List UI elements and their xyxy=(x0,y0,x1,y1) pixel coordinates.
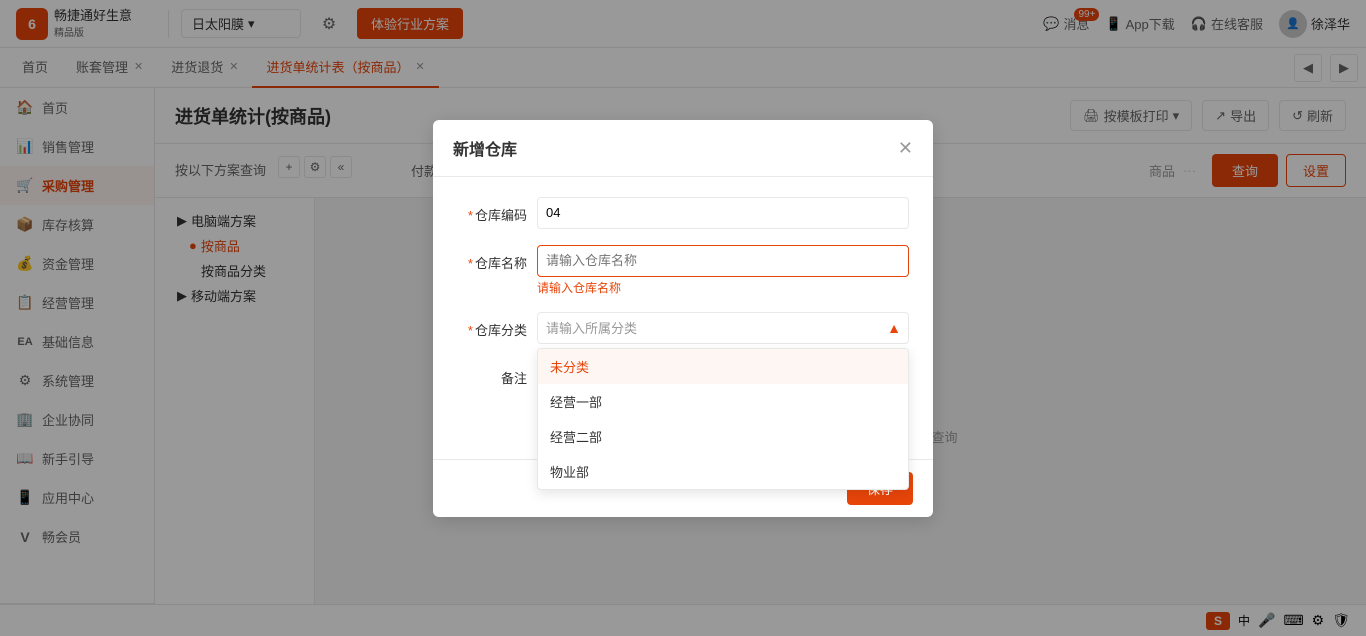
warehouse-name-label: 仓库名称 xyxy=(457,245,527,272)
warehouse-name-error: 请输入仓库名称 xyxy=(537,279,909,296)
modal-backdrop: 新增仓库 ✕ 仓库编码 仓库名称 请输入仓库名称 仓库分类 xyxy=(0,0,1366,636)
warehouse-code-row: 仓库编码 xyxy=(457,197,909,229)
warehouse-note-label: 备注 xyxy=(457,360,527,387)
warehouse-code-label: 仓库编码 xyxy=(457,197,527,224)
modal-close-button[interactable]: ✕ xyxy=(898,139,913,157)
warehouse-category-input[interactable]: 请输入所属分类 xyxy=(537,312,909,344)
warehouse-category-label: 仓库分类 xyxy=(457,312,527,339)
dropdown-item-unclassified[interactable]: 未分类 xyxy=(538,349,908,384)
dropdown-item-ops1[interactable]: 经营一部 xyxy=(538,384,908,419)
warehouse-code-wrap xyxy=(537,197,909,229)
modal-title: 新增仓库 xyxy=(453,136,517,160)
add-warehouse-dialog: 新增仓库 ✕ 仓库编码 仓库名称 请输入仓库名称 仓库分类 xyxy=(433,120,933,517)
category-dropdown: 未分类 经营一部 经营二部 物业部 xyxy=(537,348,909,490)
warehouse-category-wrap: 请输入所属分类 ▲ 未分类 经营一部 经营二部 物业部 xyxy=(537,312,909,344)
warehouse-name-input[interactable] xyxy=(537,245,909,277)
warehouse-code-input[interactable] xyxy=(537,197,909,229)
dropdown-item-property[interactable]: 物业部 xyxy=(538,454,908,489)
dropdown-item-ops2[interactable]: 经营二部 xyxy=(538,419,908,454)
warehouse-category-row: 仓库分类 请输入所属分类 ▲ 未分类 经营一部 经营二部 物业部 xyxy=(457,312,909,344)
modal-header: 新增仓库 ✕ xyxy=(433,120,933,177)
warehouse-name-row: 仓库名称 请输入仓库名称 xyxy=(457,245,909,296)
warehouse-name-wrap: 请输入仓库名称 xyxy=(537,245,909,296)
modal-body: 仓库编码 仓库名称 请输入仓库名称 仓库分类 请输入所属分类 xyxy=(433,177,933,459)
